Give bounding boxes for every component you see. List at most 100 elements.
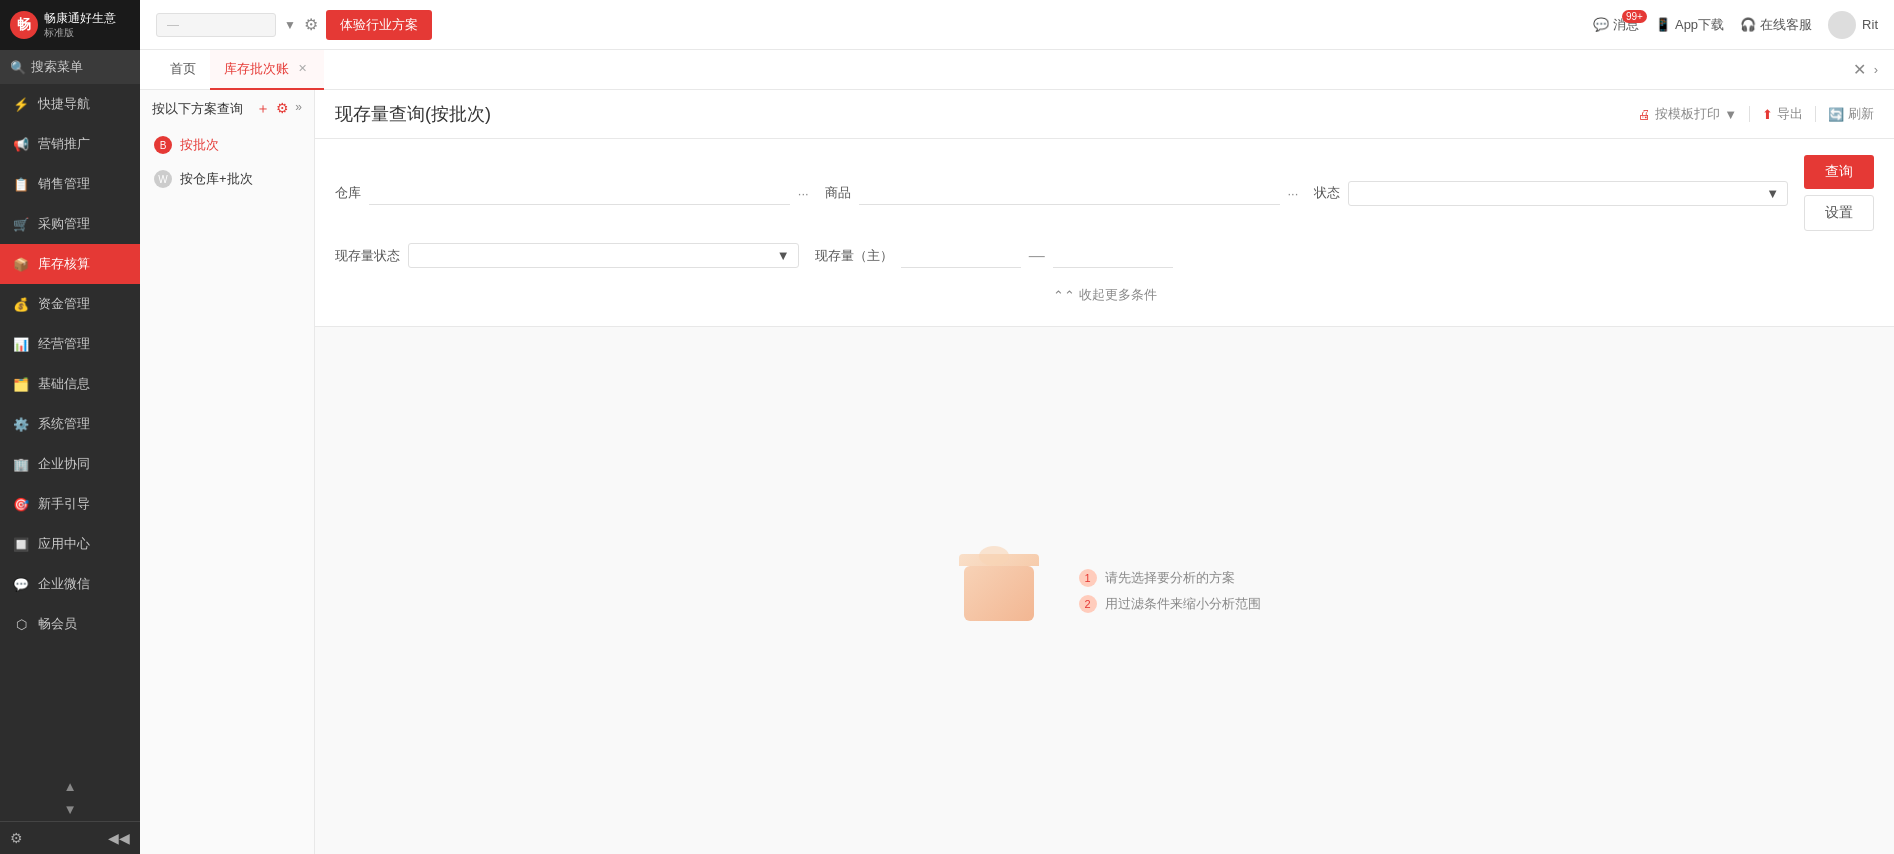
scheme-item-warehouse-batch[interactable]: W 按仓库+批次	[140, 162, 314, 196]
app-logo: 畅	[10, 11, 38, 39]
sidebar-item-label: 资金管理	[38, 295, 90, 313]
scheme-icon-red: B	[154, 136, 172, 154]
topbar-dropdown-arrow[interactable]: ▼	[284, 18, 296, 32]
refresh-action[interactable]: 🔄 刷新	[1828, 105, 1874, 123]
online-service-item[interactable]: 🎧 在线客服	[1740, 16, 1812, 34]
sidebar-item-operation[interactable]: 📊 经营管理	[0, 324, 140, 364]
sidebar-search[interactable]: 🔍 搜索菜单	[0, 50, 140, 84]
topbar-left: — ▼ ⚙ 体验行业方案	[156, 10, 1581, 40]
refresh-label: 刷新	[1848, 105, 1874, 123]
topbar-search-value: —	[167, 18, 179, 32]
panel-collapse-icon[interactable]: »	[295, 100, 302, 118]
wechat-icon: 💬	[12, 575, 30, 593]
user-avatar	[1828, 11, 1856, 39]
tip-num-2: 2	[1079, 595, 1097, 613]
stock-status-select[interactable]: ▼	[408, 243, 799, 268]
scheme-label: 按批次	[180, 136, 219, 154]
filter-row-2: 现存量状态 ▼ 现存量（主） —	[335, 243, 1874, 268]
export-action[interactable]: ⬆ 导出	[1762, 105, 1803, 123]
stock-qty-field: 现存量（主） —	[815, 244, 1279, 268]
sidebar-item-member[interactable]: ⬡ 畅会员	[0, 604, 140, 644]
sidebar-item-basic[interactable]: 🗂️ 基础信息	[0, 364, 140, 404]
settings-button[interactable]: 设置	[1804, 195, 1874, 231]
tab-close-icon[interactable]: ✕	[295, 61, 310, 76]
scheme-label: 按仓库+批次	[180, 170, 253, 188]
basic-icon: 🗂️	[12, 375, 30, 393]
sidebar-item-label: 销售管理	[38, 175, 90, 193]
tab-batch-label: 库存批次账	[224, 60, 289, 78]
empty-tip-2: 2 用过滤条件来缩小分析范围	[1079, 595, 1261, 613]
scheme-item-batch[interactable]: B 按批次	[140, 128, 314, 162]
sidebar-scroll-down[interactable]: ▼	[0, 798, 140, 821]
collapse-more-btn[interactable]: ⌃⌃ 收起更多条件	[335, 280, 1874, 310]
print-chevron-icon[interactable]: ▼	[1724, 107, 1737, 122]
close-panel-icon[interactable]: ✕	[1853, 60, 1866, 79]
stock-qty-min-input[interactable]	[901, 244, 1021, 268]
status-select[interactable]: ▼	[1348, 181, 1788, 206]
user-profile[interactable]: Rit	[1828, 11, 1878, 39]
footer-settings-icon[interactable]: ⚙	[10, 830, 23, 846]
print-icon: 🖨	[1638, 107, 1651, 122]
sidebar-item-label: 库存核算	[38, 255, 90, 273]
tip-text-1: 请先选择要分析的方案	[1105, 569, 1235, 587]
scheme-settings-icon[interactable]: ⚙	[276, 100, 289, 118]
tab-home[interactable]: 首页	[156, 50, 210, 90]
product-input[interactable]	[859, 181, 1280, 205]
trial-button[interactable]: 体验行业方案	[326, 10, 432, 40]
purchase-icon: 🛒	[12, 215, 30, 233]
sidebar-item-label: 应用中心	[38, 535, 90, 553]
query-button[interactable]: 查询	[1804, 155, 1874, 189]
messages-item[interactable]: 💬 消息 99+	[1593, 16, 1639, 34]
app-download-item[interactable]: 📱 App下载	[1655, 16, 1724, 34]
sidebar-item-inventory[interactable]: 📦 库存核算	[0, 244, 140, 284]
refresh-icon: 🔄	[1828, 107, 1844, 122]
page-header: 现存量查询(按批次) 🖨 按模板打印 ▼ ⬆ 导出 🔄	[315, 90, 1894, 139]
sidebar-item-label: 采购管理	[38, 215, 90, 233]
page-title: 现存量查询(按批次)	[335, 102, 491, 126]
username-label: Rit	[1862, 17, 1878, 32]
sidebar-item-label: 经营管理	[38, 335, 90, 353]
sidebar-scroll-up[interactable]: ▲	[0, 775, 140, 798]
sidebar-item-wechat[interactable]: 💬 企业微信	[0, 564, 140, 604]
topbar-gear-icon[interactable]: ⚙	[304, 15, 318, 34]
left-panel-title: 按以下方案查询	[152, 100, 243, 118]
topbar-search-bar[interactable]: —	[156, 13, 276, 37]
apps-icon: 🔲	[12, 535, 30, 553]
system-icon: ⚙️	[12, 415, 30, 433]
chevron-right-icon[interactable]: ›	[1874, 62, 1878, 77]
status-field: 状态 ▼	[1314, 181, 1788, 206]
sidebar-item-quick-nav[interactable]: ⚡ 快捷导航	[0, 84, 140, 124]
app-title: 畅康通好生意	[44, 10, 116, 27]
left-panel-actions: ＋ ⚙ »	[256, 100, 302, 118]
export-label: 导出	[1777, 105, 1803, 123]
sidebar-item-system[interactable]: ⚙️ 系统管理	[0, 404, 140, 444]
search-icon: 🔍	[10, 60, 26, 75]
warehouse-more-icon[interactable]: ···	[798, 186, 809, 201]
product-more-icon[interactable]: ···	[1288, 186, 1299, 201]
sidebar-item-newuser[interactable]: 🎯 新手引导	[0, 484, 140, 524]
sidebar-item-finance[interactable]: 💰 资金管理	[0, 284, 140, 324]
add-scheme-button[interactable]: ＋	[256, 100, 270, 118]
sidebar-nav: ⚡ 快捷导航 📢 营销推广 📋 销售管理 🛒 采购管理 📦 库存核算 💰 资金管…	[0, 84, 140, 775]
sidebar-item-marketing[interactable]: 📢 营销推广	[0, 124, 140, 164]
sidebar-item-label: 新手引导	[38, 495, 90, 513]
sidebar-item-sales[interactable]: 📋 销售管理	[0, 164, 140, 204]
tab-batch-account[interactable]: 库存批次账 ✕	[210, 50, 324, 90]
tab-panel-close: ✕ ›	[1853, 60, 1878, 79]
footer-collapse-icon[interactable]: ◀◀	[108, 830, 130, 846]
left-panel-header: 按以下方案查询 ＋ ⚙ »	[140, 90, 314, 128]
sidebar-header: 畅 畅康通好生意 标准版	[0, 0, 140, 50]
page-actions: 🖨 按模板打印 ▼ ⬆ 导出 🔄 刷新	[1638, 105, 1874, 123]
filter-row-1: 仓库 ··· 商品 ··· 状态 ▼	[335, 155, 1874, 231]
warehouse-input[interactable]	[369, 181, 790, 205]
inventory-icon: 📦	[12, 255, 30, 273]
print-action[interactable]: 🖨 按模板打印 ▼	[1638, 105, 1737, 123]
sidebar-item-enterprise[interactable]: 🏢 企业协同	[0, 444, 140, 484]
right-content: 现存量查询(按批次) 🖨 按模板打印 ▼ ⬆ 导出 🔄	[315, 90, 1894, 854]
sidebar-item-label: 企业协同	[38, 455, 90, 473]
stock-qty-max-input[interactable]	[1053, 244, 1173, 268]
sidebar-item-label: 快捷导航	[38, 95, 90, 113]
enterprise-icon: 🏢	[12, 455, 30, 473]
sidebar-item-purchase[interactable]: 🛒 采购管理	[0, 204, 140, 244]
sidebar-item-apps[interactable]: 🔲 应用中心	[0, 524, 140, 564]
